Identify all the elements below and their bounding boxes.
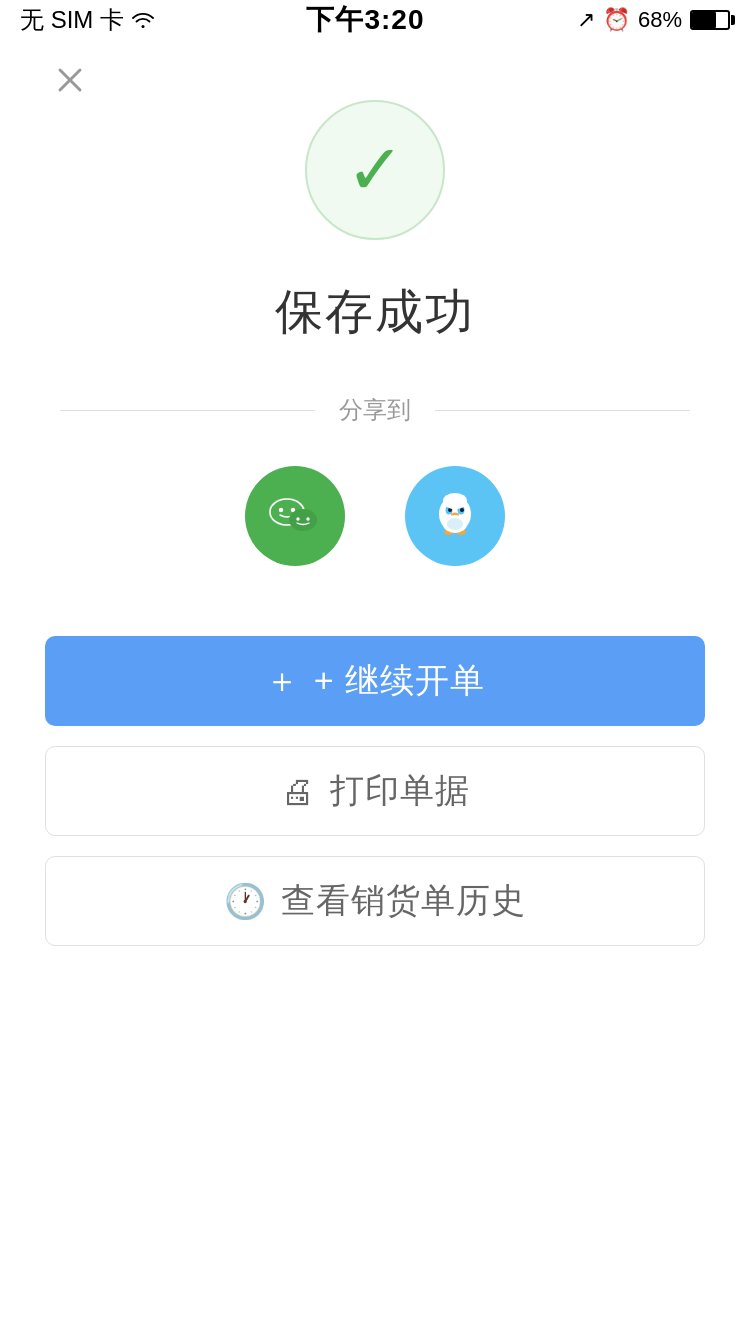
- close-button[interactable]: [45, 55, 95, 105]
- print-icon: 🖨: [281, 772, 316, 811]
- plus-icon: ＋: [265, 658, 300, 704]
- wechat-icon: [265, 486, 325, 546]
- share-wechat-button[interactable]: [245, 466, 345, 566]
- status-left: 无 SIM 卡: [20, 4, 154, 36]
- success-circle: ✓: [305, 100, 445, 240]
- svg-point-20: [447, 518, 463, 530]
- share-icons: [245, 466, 505, 566]
- status-time: 下午3:20: [306, 1, 424, 39]
- action-buttons: ＋ + 继续开单 🖨 打印单据 🕐 查看销货单历史: [45, 636, 705, 946]
- svg-point-15: [460, 508, 464, 512]
- svg-point-8: [296, 517, 299, 520]
- checkmark-icon: ✓: [346, 135, 405, 205]
- alarm-icon: ⏰: [603, 7, 630, 33]
- share-qq-button[interactable]: [405, 466, 505, 566]
- share-divider: 分享到: [0, 394, 750, 426]
- success-title: 保存成功: [275, 280, 475, 344]
- qq-icon: [425, 486, 485, 546]
- sim-status: 无 SIM 卡: [20, 4, 124, 36]
- divider-line-left: [60, 410, 315, 411]
- svg-point-7: [289, 509, 317, 531]
- battery-icon: [690, 10, 730, 30]
- main-content: ✓ 保存成功 分享到: [0, 40, 750, 946]
- wifi-icon: [132, 12, 154, 28]
- print-button[interactable]: 🖨 打印单据: [45, 746, 705, 836]
- divider-line-right: [435, 410, 690, 411]
- clock-icon: 🕐: [224, 881, 267, 921]
- history-button[interactable]: 🕐 查看销货单历史: [45, 856, 705, 946]
- history-label: 查看销货单历史: [281, 878, 526, 924]
- battery-percent: 68%: [638, 7, 682, 33]
- location-icon: ↗: [577, 7, 595, 33]
- svg-point-9: [306, 517, 309, 520]
- continue-order-label: + 继续开单: [314, 658, 485, 704]
- share-label: 分享到: [315, 394, 435, 426]
- svg-point-21: [443, 493, 467, 509]
- status-bar: 无 SIM 卡 下午3:20 ↗ ⏰ 68%: [0, 0, 750, 40]
- continue-order-button[interactable]: ＋ + 继续开单: [45, 636, 705, 726]
- svg-point-5: [279, 508, 283, 512]
- status-right: ↗ ⏰ 68%: [577, 7, 730, 33]
- print-label: 打印单据: [330, 768, 470, 814]
